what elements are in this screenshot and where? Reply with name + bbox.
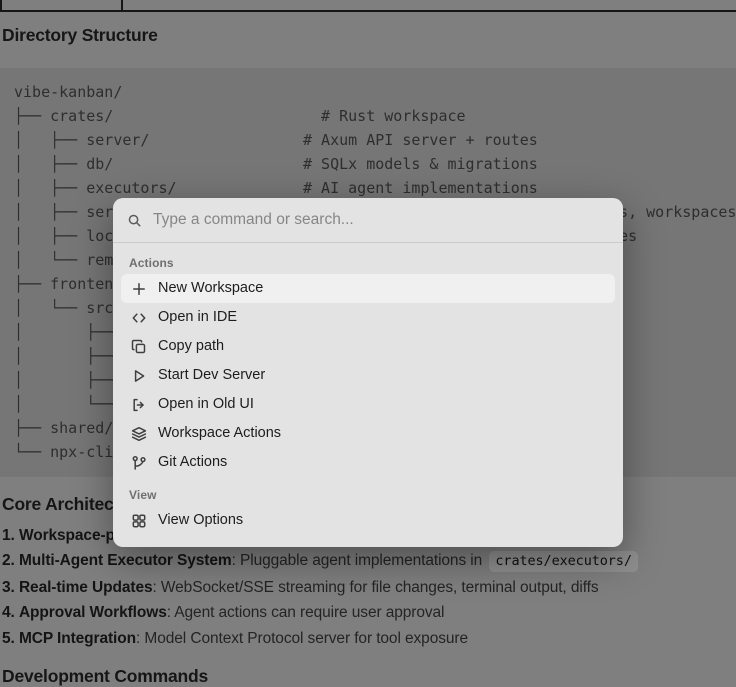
arch-list-item: 2. Multi-Agent Executor System: Pluggabl… [2, 548, 736, 574]
command-item-label: New Workspace [158, 280, 264, 296]
command-item-label: Start Dev Server [158, 367, 266, 383]
section-heading-development-commands: Development Commands [2, 666, 209, 687]
play-icon [134, 369, 145, 382]
arch-item-number: 3. [2, 578, 15, 596]
command-item-label: Workspace Actions [158, 425, 282, 441]
command-item-open-in-old-ui[interactable]: Open in Old UI [121, 390, 615, 419]
command-group: View View Options [113, 477, 623, 535]
arch-item-text: : Agent actions can require user approva… [166, 604, 445, 622]
command-item-open-in-ide[interactable]: Open in IDE [121, 303, 615, 332]
grid-icon [132, 514, 146, 527]
command-palette-dialog: Actions New Workspace Open in IDE Copy path… [113, 198, 623, 547]
command-search-input[interactable] [151, 210, 609, 230]
search-icon [128, 214, 141, 227]
command-item-label: Open in IDE [158, 309, 237, 325]
inline-code: crates/executors/ [489, 551, 638, 573]
arch-item-term: Multi-Agent Executor System [18, 552, 232, 570]
arch-list-item: 5. MCP Integration: Model Context Protoc… [2, 626, 736, 651]
table-bottom-fragment [0, 0, 736, 12]
table-cell [0, 0, 123, 10]
section-heading-directory-structure: Directory Structure [2, 25, 158, 45]
command-item-git-actions[interactable]: Git Actions [121, 448, 615, 477]
command-group: Actions New Workspace Open in IDE Copy path… [113, 251, 623, 477]
command-item-label: Open in Old UI [158, 396, 254, 412]
arch-item-text: : Pluggable agent implementations in [231, 552, 483, 570]
arch-item-text: : WebSocket/SSE streaming for file chang… [152, 578, 599, 596]
open-old-ui-icon [133, 398, 144, 411]
plus-icon [133, 282, 145, 295]
command-group-label: Actions [129, 256, 174, 270]
code-icon [132, 312, 146, 323]
arch-item-number: 1. [2, 527, 15, 544]
arch-item-term: Real-time Updates [18, 578, 153, 596]
git-branch-icon [132, 455, 146, 470]
arch-item-term: MCP Integration [18, 629, 137, 647]
command-item-copy-path[interactable]: Copy path [121, 332, 615, 361]
command-item-new-workspace[interactable]: New Workspace [121, 274, 615, 303]
copy-icon [131, 339, 146, 353]
command-group-label: View [129, 488, 157, 502]
command-item-workspace-actions[interactable]: Workspace Actions [121, 419, 615, 448]
command-search-row [113, 198, 623, 243]
arch-item-number: 2. [2, 552, 15, 570]
arch-list-item: 4. Approval Workflows: Agent actions can… [2, 600, 736, 625]
arch-list-item: 3. Real-time Updates: WebSocket/SSE stre… [2, 575, 736, 600]
command-item-label: View Options [158, 512, 244, 528]
arch-item-number: 5. [2, 629, 15, 647]
command-item-start-dev-server[interactable]: Start Dev Server [121, 361, 615, 390]
arch-item-text: : Model Context Protocol server for tool… [136, 629, 468, 647]
table-cell [123, 0, 736, 10]
arch-item-term: Approval Workflows [18, 604, 167, 622]
layers-icon [131, 426, 147, 441]
arch-item-number: 4. [2, 604, 15, 622]
command-item-label: Copy path [158, 338, 225, 354]
command-item-view-options[interactable]: View Options [121, 506, 615, 535]
command-list: Actions New Workspace Open in IDE Copy path… [113, 243, 623, 545]
command-item-label: Git Actions [158, 454, 228, 470]
